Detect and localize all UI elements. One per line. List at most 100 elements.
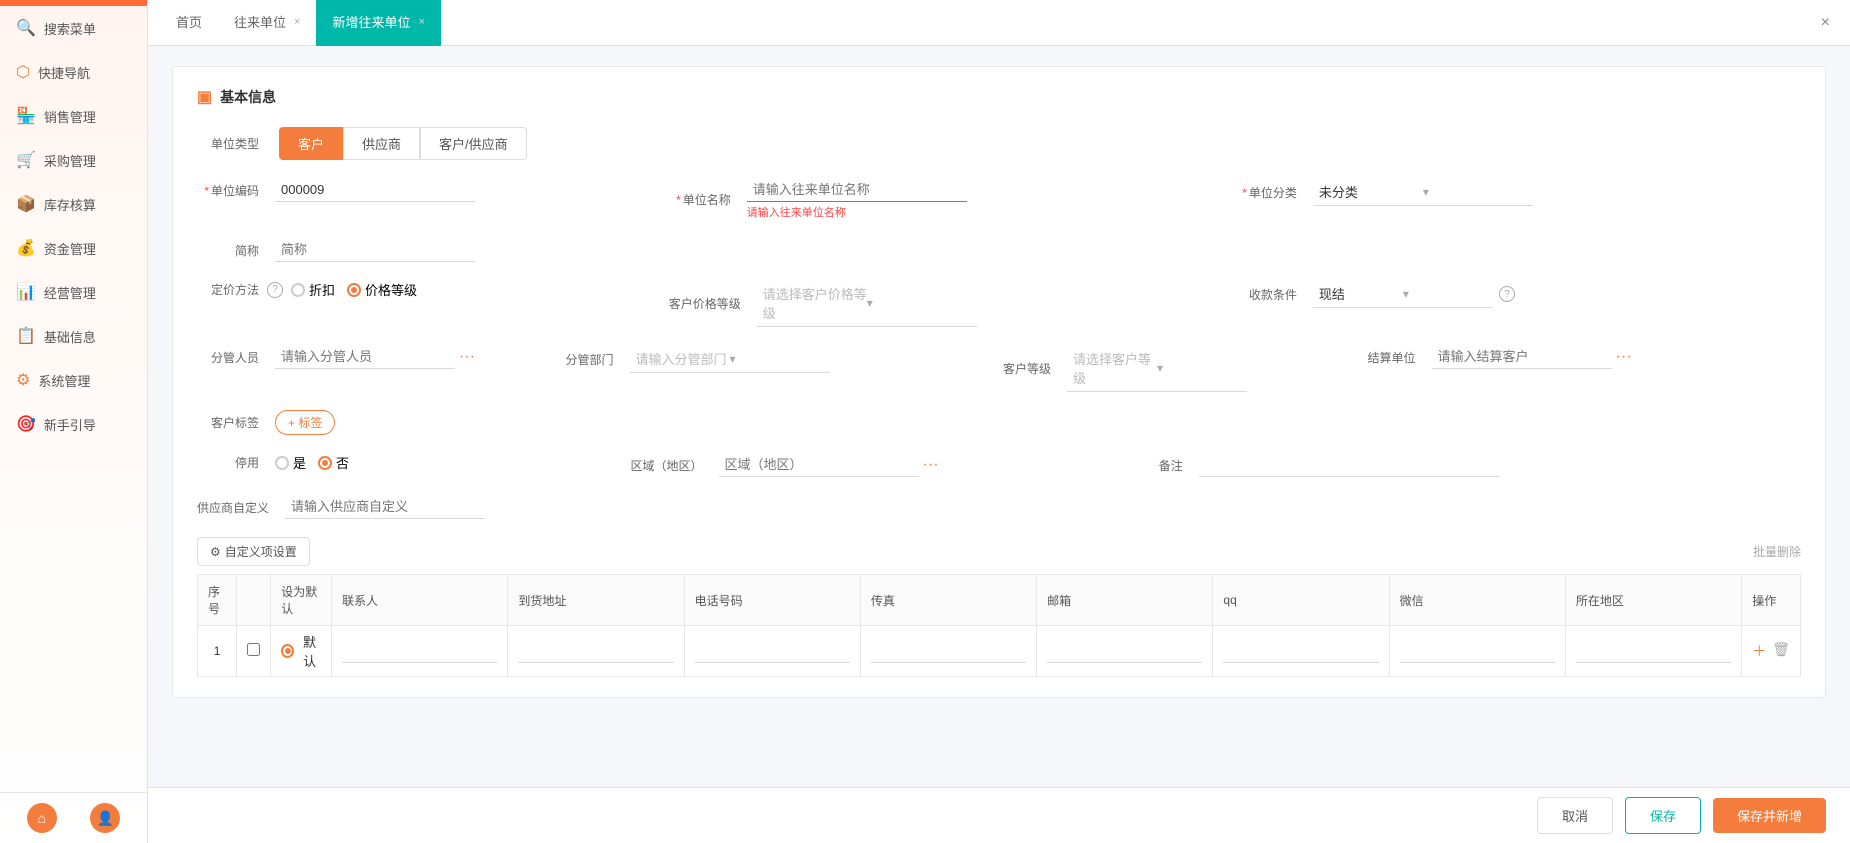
row-region-input[interactable] (1576, 639, 1731, 663)
custom-settings-label: 自定义项设置 (225, 543, 297, 560)
row-phone[interactable] (684, 626, 860, 677)
remark-field: 备注 (1151, 453, 1801, 477)
settlement-more-dots[interactable]: ··· (1612, 348, 1636, 366)
sidebar-item-operations[interactable]: 📊 经营管理 (0, 270, 147, 314)
payment-terms-arrow: ▾ (1403, 287, 1487, 301)
quick-nav-icon: ⬡ (16, 62, 30, 82)
disable-label: 停用 (197, 454, 267, 471)
save-button[interactable]: 保存 (1625, 797, 1701, 834)
pricing-help-icon[interactable]: ? (267, 282, 283, 298)
add-tag-button[interactable]: + 标签 (275, 410, 335, 435)
tab-new-partner-close[interactable]: × (418, 16, 424, 28)
row-checkbox[interactable] (237, 626, 271, 677)
main-close-button[interactable]: × (1813, 14, 1838, 32)
tab-home-label: 首页 (176, 12, 202, 31)
sidebar-item-finance[interactable]: 💰 资金管理 (0, 226, 147, 270)
payment-terms-help-icon[interactable]: ? (1499, 286, 1515, 302)
sidebar-item-quick-nav[interactable]: ⬡ 快捷导航 (0, 50, 147, 94)
settlement-label: 结算单位 (1364, 349, 1424, 366)
customer-level-placeholder: 请选择客户等级 (1073, 349, 1157, 387)
contact-input[interactable] (342, 639, 497, 663)
row-contact[interactable] (332, 626, 508, 677)
fax-input[interactable] (871, 639, 1026, 663)
pricing-discount-radio[interactable]: 折扣 (291, 280, 335, 299)
cancel-button[interactable]: 取消 (1537, 797, 1613, 834)
type-btn-customer[interactable]: 客户 (279, 127, 343, 160)
unit-category-label: *单位分类 (1235, 184, 1305, 201)
customer-price-select[interactable]: 请选择客户价格等级 ▾ (757, 280, 977, 327)
sidebar-item-search[interactable]: 🔍 搜索菜单 (0, 6, 147, 50)
default-radio[interactable]: 默认 (281, 632, 321, 670)
manager-row: 分管人员 ··· 分管部门 请输入分管部门 ▾ 客户等级 (197, 345, 1801, 392)
row-wechat[interactable] (1389, 626, 1565, 677)
row-delete-button[interactable]: 🗑 (1772, 641, 1790, 661)
save-new-button[interactable]: 保存并新增 (1713, 798, 1826, 833)
col-action: 操作 (1742, 575, 1801, 626)
unit-category-select[interactable]: 未分类 ▾ (1313, 178, 1533, 206)
manager-more-dots[interactable]: ··· (455, 348, 479, 366)
gear-icon: ⚙ (210, 545, 221, 559)
pricing-level-radio[interactable]: 价格等级 (347, 280, 417, 299)
sidebar-home-icon[interactable]: ⌂ (27, 803, 57, 833)
table-header-row: 序号 设为默认 联系人 到货地址 电话号码 传真 邮箱 qq 微信 所在地区 操… (198, 575, 1801, 626)
supplier-custom-input[interactable] (285, 495, 485, 519)
unit-name-field: *单位名称 请输入往来单位名称 (669, 178, 1235, 220)
sidebar-item-inventory[interactable]: 📦 库存核算 (0, 182, 147, 226)
row-qq[interactable] (1213, 626, 1389, 677)
disable-yes-radio[interactable]: 是 (275, 453, 306, 472)
disable-no-label: 否 (336, 453, 349, 472)
dept-select[interactable]: 请输入分管部门 ▾ (630, 345, 830, 373)
unit-name-wrapper: 请输入往来单位名称 (747, 178, 1235, 220)
type-btn-supplier[interactable]: 供应商 (343, 127, 420, 160)
unit-code-label: *单位编码 (197, 182, 267, 199)
pricing-radio-group: 折扣 价格等级 (291, 280, 417, 299)
sales-icon: 🏪 (16, 106, 36, 126)
tab-new-partner[interactable]: 新增往来单位 × (316, 0, 440, 46)
wechat-input[interactable] (1400, 639, 1555, 663)
customer-tag-row: 客户标签 + 标签 (197, 410, 1801, 435)
address-input[interactable] (518, 639, 673, 663)
sidebar-item-newbie[interactable]: 🎯 新手引导 (0, 402, 147, 446)
unit-code-input[interactable] (275, 178, 475, 202)
sidebar-item-basic-info[interactable]: 📋 基础信息 (0, 314, 147, 358)
tab-home[interactable]: 首页 (160, 0, 218, 46)
sidebar-item-sales[interactable]: 🏪 销售管理 (0, 94, 147, 138)
main-area: 首页 往来单位 × 新增往来单位 × × ▣ 基本信息 单位类型 (148, 0, 1850, 843)
manager-input[interactable] (275, 345, 455, 369)
row-default: 默认 (271, 626, 332, 677)
short-name-label: 简称 (197, 242, 267, 259)
row-address[interactable] (508, 626, 684, 677)
customer-level-select[interactable]: 请选择客户等级 ▾ (1067, 345, 1247, 392)
unit-category-arrow: ▾ (1423, 185, 1527, 199)
custom-settings-button[interactable]: ⚙ 自定义项设置 (197, 537, 310, 566)
customer-level-label: 客户等级 (999, 360, 1059, 377)
batch-delete-button[interactable]: 批量删除 (1753, 543, 1801, 560)
phone-input[interactable] (695, 639, 850, 663)
short-name-input[interactable] (275, 238, 475, 262)
tab-partner[interactable]: 往来单位 × (218, 0, 316, 46)
sidebar-user-icon[interactable]: 👤 (90, 803, 120, 833)
settlement-input[interactable] (1432, 345, 1612, 369)
unit-name-input[interactable] (747, 178, 967, 202)
remark-input[interactable] (1199, 453, 1499, 477)
row-region[interactable] (1565, 626, 1741, 677)
system-icon: ⚙ (16, 370, 30, 390)
row-email[interactable] (1037, 626, 1213, 677)
row-fax[interactable] (860, 626, 1036, 677)
pricing-method-field: 定价方法 ? 折扣 价格等级 (197, 280, 669, 299)
disable-no-radio[interactable]: 否 (318, 453, 349, 472)
unit-type-label: 单位类型 (197, 135, 267, 152)
tab-partner-close[interactable]: × (294, 16, 300, 28)
qq-input[interactable] (1223, 639, 1378, 663)
type-btn-both[interactable]: 客户/供应商 (420, 127, 527, 160)
sidebar-item-system[interactable]: ⚙ 系统管理 (0, 358, 147, 402)
payment-terms-select[interactable]: 现结 ▾ (1313, 280, 1493, 308)
row-add-button[interactable]: ＋ (1752, 641, 1766, 661)
sidebar-item-purchase[interactable]: 🛒 采购管理 (0, 138, 147, 182)
sidebar-label-finance: 资金管理 (44, 239, 96, 258)
region-input[interactable] (719, 453, 919, 477)
col-email: 邮箱 (1037, 575, 1213, 626)
region-more-dots[interactable]: ··· (919, 456, 943, 474)
row-select-checkbox[interactable] (247, 643, 260, 656)
email-input[interactable] (1047, 639, 1202, 663)
